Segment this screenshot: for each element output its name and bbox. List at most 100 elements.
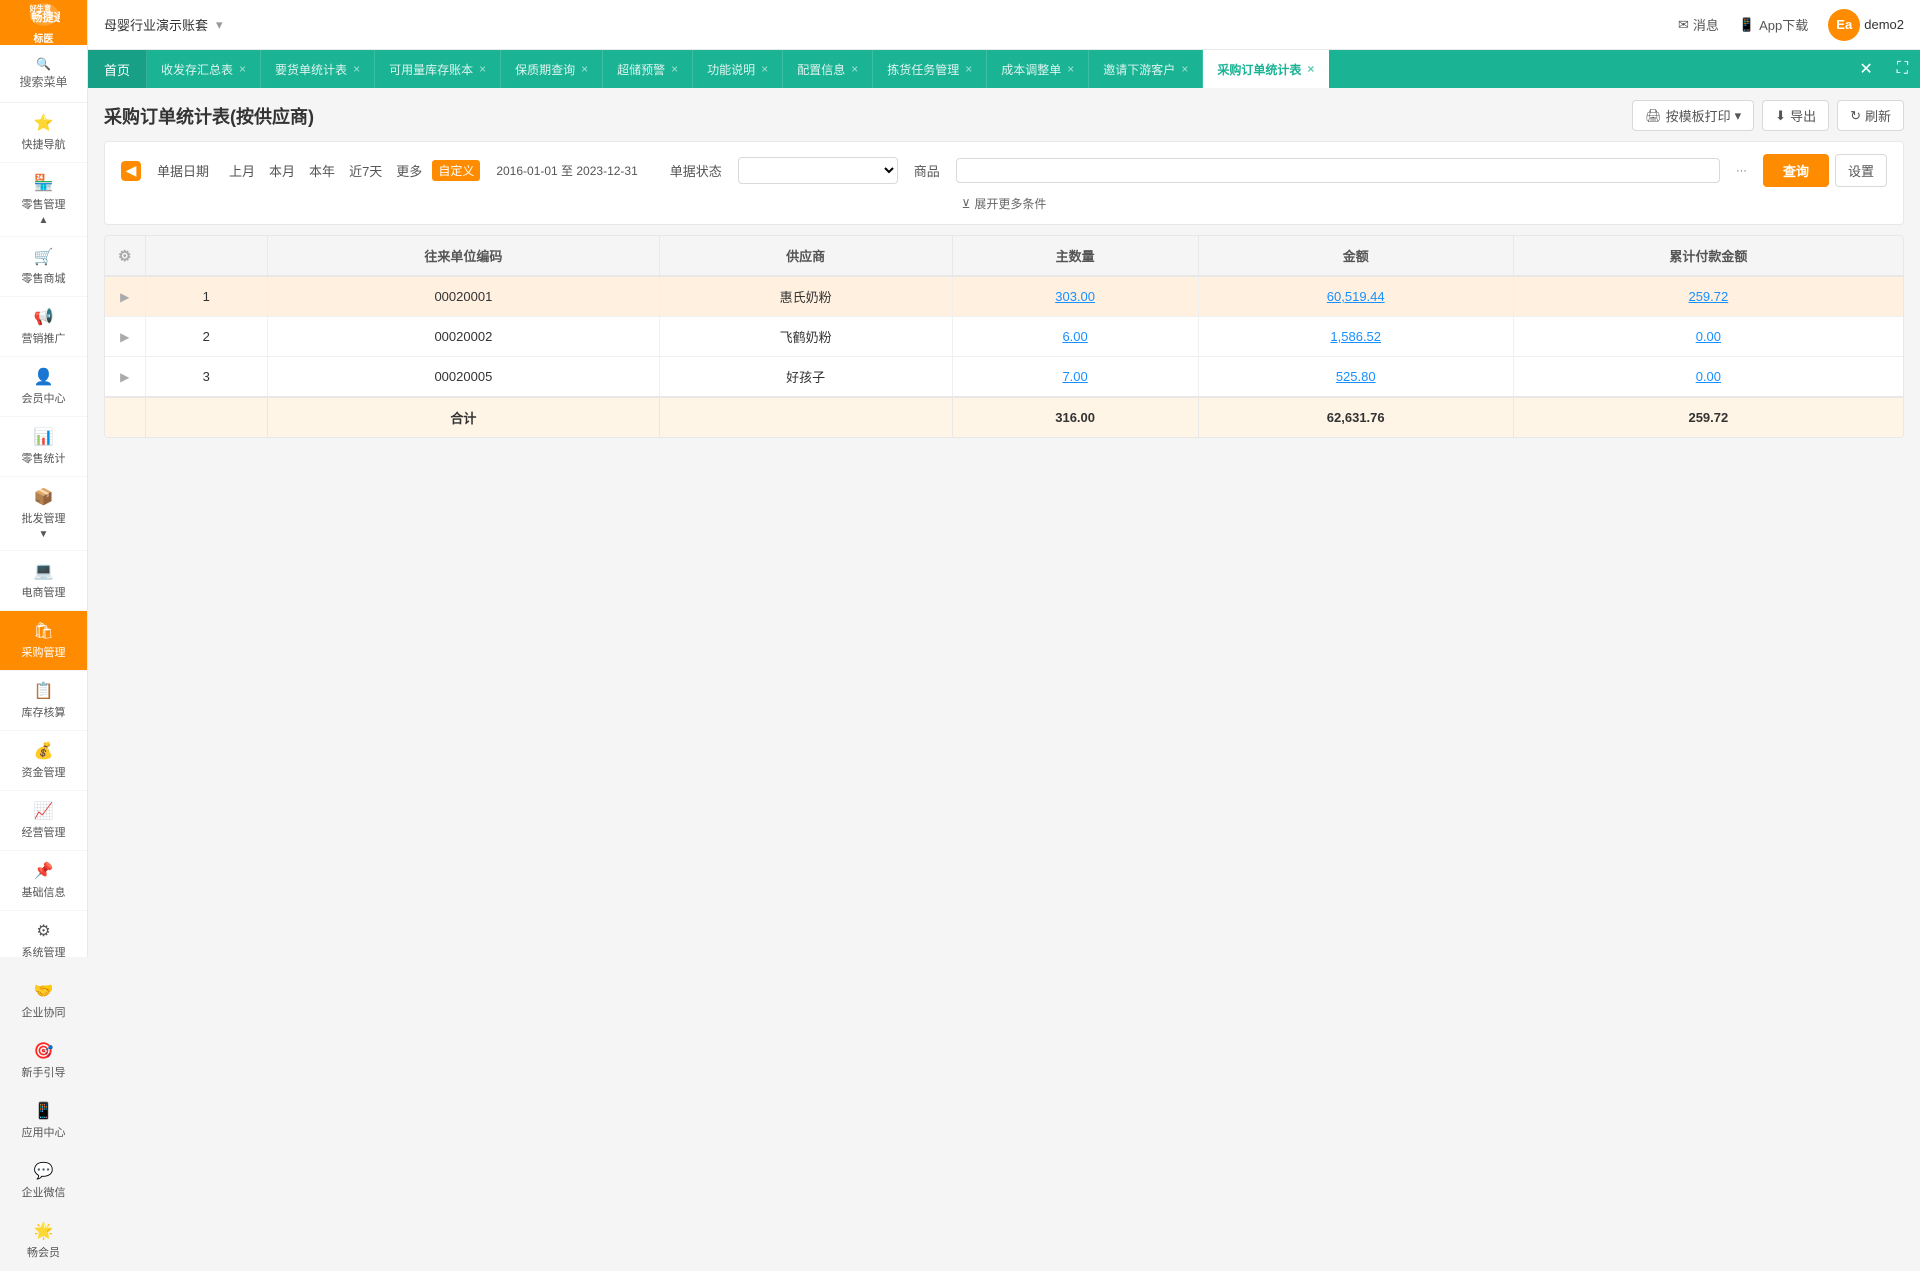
- top-bar-right: ✉ 消息 📱 App下载 Ea demo2: [1678, 9, 1904, 41]
- tab-shoufayi[interactable]: 收发存汇总表 ×: [147, 50, 261, 88]
- tab-caigoudindan-label: 采购订单统计表: [1217, 61, 1301, 78]
- row1-supplier-name: 惠氏奶粉: [659, 276, 952, 317]
- tab-pihuorenwu-close-icon[interactable]: ×: [965, 62, 972, 76]
- search-icon: 🔍: [36, 57, 51, 71]
- tab-chaochuyujing[interactable]: 超储预警 ×: [603, 50, 693, 88]
- tab-chengbentiaozheng[interactable]: 成本调整单 ×: [987, 50, 1089, 88]
- row1-paid-amount[interactable]: 259.72: [1513, 276, 1903, 317]
- sidebar-item-marketing[interactable]: 📢 营销推广: [0, 297, 87, 357]
- settings-button[interactable]: 设置: [1835, 154, 1887, 187]
- tab-baozhi[interactable]: 保质期查询 ×: [501, 50, 603, 88]
- sidebar-item-basic-info[interactable]: 📌 基础信息: [0, 851, 87, 911]
- col-supplier-code: 往来单位编码: [268, 236, 660, 276]
- sidebar-item-wholesale[interactable]: 📦 批发管理 ▼: [0, 477, 87, 551]
- row3-expand[interactable]: ▶: [105, 357, 145, 398]
- user-profile-button[interactable]: Ea demo2: [1828, 9, 1904, 41]
- top-bar-left: 母婴行业演示账套 ▾: [104, 15, 223, 34]
- tab-shoufayi-close-icon[interactable]: ×: [239, 62, 246, 76]
- refresh-label: 刷新: [1865, 106, 1891, 125]
- sidebar-item-retail[interactable]: 🏪 零售管理 ▲: [0, 163, 87, 237]
- page-content: 采购订单统计表(按供应商) 🖨 按模板打印 ▾ ⬇ 导出 ↻ 刷新: [88, 88, 1920, 957]
- sidebar-item-purchase[interactable]: 🛍 采购管理: [0, 611, 87, 671]
- row2-main-qty[interactable]: 6.00: [952, 317, 1198, 357]
- table-row[interactable]: ▶ 3 00020005 好孩子 7.00 525.80 0.00: [105, 357, 1903, 398]
- tab-yaohuo[interactable]: 要货单统计表 ×: [261, 50, 375, 88]
- purchase-icon: 🛍: [33, 621, 53, 641]
- footer-paid-amount: 259.72: [1513, 397, 1903, 437]
- search-menu-button[interactable]: 🔍 搜索菜单: [6, 53, 81, 94]
- app-download-button[interactable]: 📱 App下载: [1739, 15, 1808, 34]
- sidebar-item-ecommerce[interactable]: 💻 电商管理: [0, 551, 87, 611]
- message-icon: ✉: [1678, 17, 1689, 33]
- tab-chengbentiaozheng-close-icon[interactable]: ×: [1067, 62, 1074, 76]
- finance-label: 资金管理: [22, 764, 66, 780]
- status-filter-select[interactable]: [738, 157, 898, 184]
- goods-filter-more-icon[interactable]: ···: [1736, 165, 1747, 177]
- date-shortcut-this-month[interactable]: 本月: [265, 159, 299, 182]
- tab-peizhi-close-icon[interactable]: ×: [851, 62, 858, 76]
- tab-yaoqingxiayouke-close-icon[interactable]: ×: [1181, 62, 1188, 76]
- template-print-label: 按模板打印: [1666, 106, 1731, 125]
- sidebar-item-retail-mall[interactable]: 🛒 零售商城: [0, 237, 87, 297]
- export-button[interactable]: ⬇ 导出: [1762, 100, 1829, 131]
- row1-expand[interactable]: ▶: [105, 276, 145, 317]
- row2-amount[interactable]: 1,586.52: [1198, 317, 1513, 357]
- tab-gongneng-close-icon[interactable]: ×: [761, 62, 768, 76]
- quicknav-icon: ⭐: [34, 113, 54, 133]
- row1-num: 1: [145, 276, 268, 317]
- row3-main-qty[interactable]: 7.00: [952, 357, 1198, 398]
- sidebar-item-quicknav[interactable]: ⭐ 快捷导航: [0, 103, 87, 163]
- tab-caigoudindan-close-icon[interactable]: ×: [1307, 62, 1314, 76]
- table-row[interactable]: ▶ 2 00020002 飞鹤奶粉 6.00 1,586.52 0.00: [105, 317, 1903, 357]
- sidebar-item-enterprise[interactable]: 🤝 企业协同: [0, 971, 87, 1031]
- filter-toggle-button[interactable]: ◀: [121, 161, 141, 181]
- tab-chaochuyujing-close-icon[interactable]: ×: [671, 62, 678, 76]
- sidebar-item-newbie[interactable]: 🎯 新手引导: [0, 1031, 87, 1091]
- filter-expand-button[interactable]: ⊻ 展开更多条件: [962, 195, 1047, 212]
- sidebar-item-retail-stats[interactable]: 📊 零售统计: [0, 417, 87, 477]
- tab-close-all-button[interactable]: ✕: [1847, 50, 1884, 88]
- sidebar-item-system[interactable]: ⚙ 系统管理: [0, 911, 87, 971]
- query-button[interactable]: 查询: [1763, 154, 1829, 187]
- tab-pihuorenwu-label: 拣货任务管理: [887, 61, 959, 78]
- tab-gongneng[interactable]: 功能说明 ×: [693, 50, 783, 88]
- row3-amount[interactable]: 525.80: [1198, 357, 1513, 398]
- row3-paid-amount[interactable]: 0.00: [1513, 357, 1903, 398]
- date-shortcut-7days[interactable]: 近7天: [345, 159, 386, 182]
- date-shortcut-more[interactable]: 更多: [392, 159, 426, 182]
- sidebar-item-operations[interactable]: 📈 经营管理: [0, 791, 87, 851]
- tab-baozhi-close-icon[interactable]: ×: [581, 62, 588, 76]
- industry-dropdown-icon[interactable]: ▾: [216, 17, 223, 33]
- date-filter-label: 单据日期: [157, 161, 209, 180]
- table-row[interactable]: ▶ 1 00020001 惠氏奶粉 303.00 60,519.44 259.7…: [105, 276, 1903, 317]
- date-shortcut-this-year[interactable]: 本年: [305, 159, 339, 182]
- sidebar-item-inventory[interactable]: 📋 库存核算: [0, 671, 87, 731]
- logo-icon: 畅捷通 好生意: [28, 0, 60, 28]
- template-print-button[interactable]: 🖨 按模板打印 ▾: [1632, 100, 1754, 131]
- tab-pihuorenwu[interactable]: 拣货任务管理 ×: [873, 50, 987, 88]
- column-settings-icon[interactable]: ⚙: [118, 248, 131, 265]
- sidebar-item-app-center[interactable]: 📱 应用中心: [0, 1091, 87, 1151]
- tab-keyongliang-close-icon[interactable]: ×: [479, 62, 486, 76]
- sidebar-item-wechat[interactable]: 💬 企业微信: [0, 1151, 87, 1211]
- row1-main-qty[interactable]: 303.00: [952, 276, 1198, 317]
- tab-yaoqingxiayouke[interactable]: 邀请下游客户 ×: [1089, 50, 1203, 88]
- tab-restore-button[interactable]: ⛶: [1885, 50, 1920, 88]
- retail-stats-icon: 📊: [34, 427, 54, 447]
- tab-peizhi[interactable]: 配置信息 ×: [783, 50, 873, 88]
- tab-home[interactable]: 首页: [88, 50, 147, 88]
- tab-caigoudindan[interactable]: 采购订单统计表 ×: [1203, 50, 1329, 88]
- tab-keyongliang[interactable]: 可用量库存账本 ×: [375, 50, 501, 88]
- goods-filter-input[interactable]: [956, 158, 1720, 183]
- row2-expand[interactable]: ▶: [105, 317, 145, 357]
- row1-amount[interactable]: 60,519.44: [1198, 276, 1513, 317]
- refresh-button[interactable]: ↻ 刷新: [1837, 100, 1904, 131]
- row2-paid-amount[interactable]: 0.00: [1513, 317, 1903, 357]
- sidebar-item-vip[interactable]: 🌟 畅会员: [0, 1211, 87, 1271]
- message-button[interactable]: ✉ 消息: [1678, 15, 1719, 34]
- date-custom-badge[interactable]: 自定义: [432, 160, 480, 181]
- sidebar-item-member[interactable]: 👤 会员中心: [0, 357, 87, 417]
- tab-yaohuo-close-icon[interactable]: ×: [353, 62, 360, 76]
- sidebar-item-finance[interactable]: 💰 资金管理: [0, 731, 87, 791]
- date-shortcut-last-month[interactable]: 上月: [225, 159, 259, 182]
